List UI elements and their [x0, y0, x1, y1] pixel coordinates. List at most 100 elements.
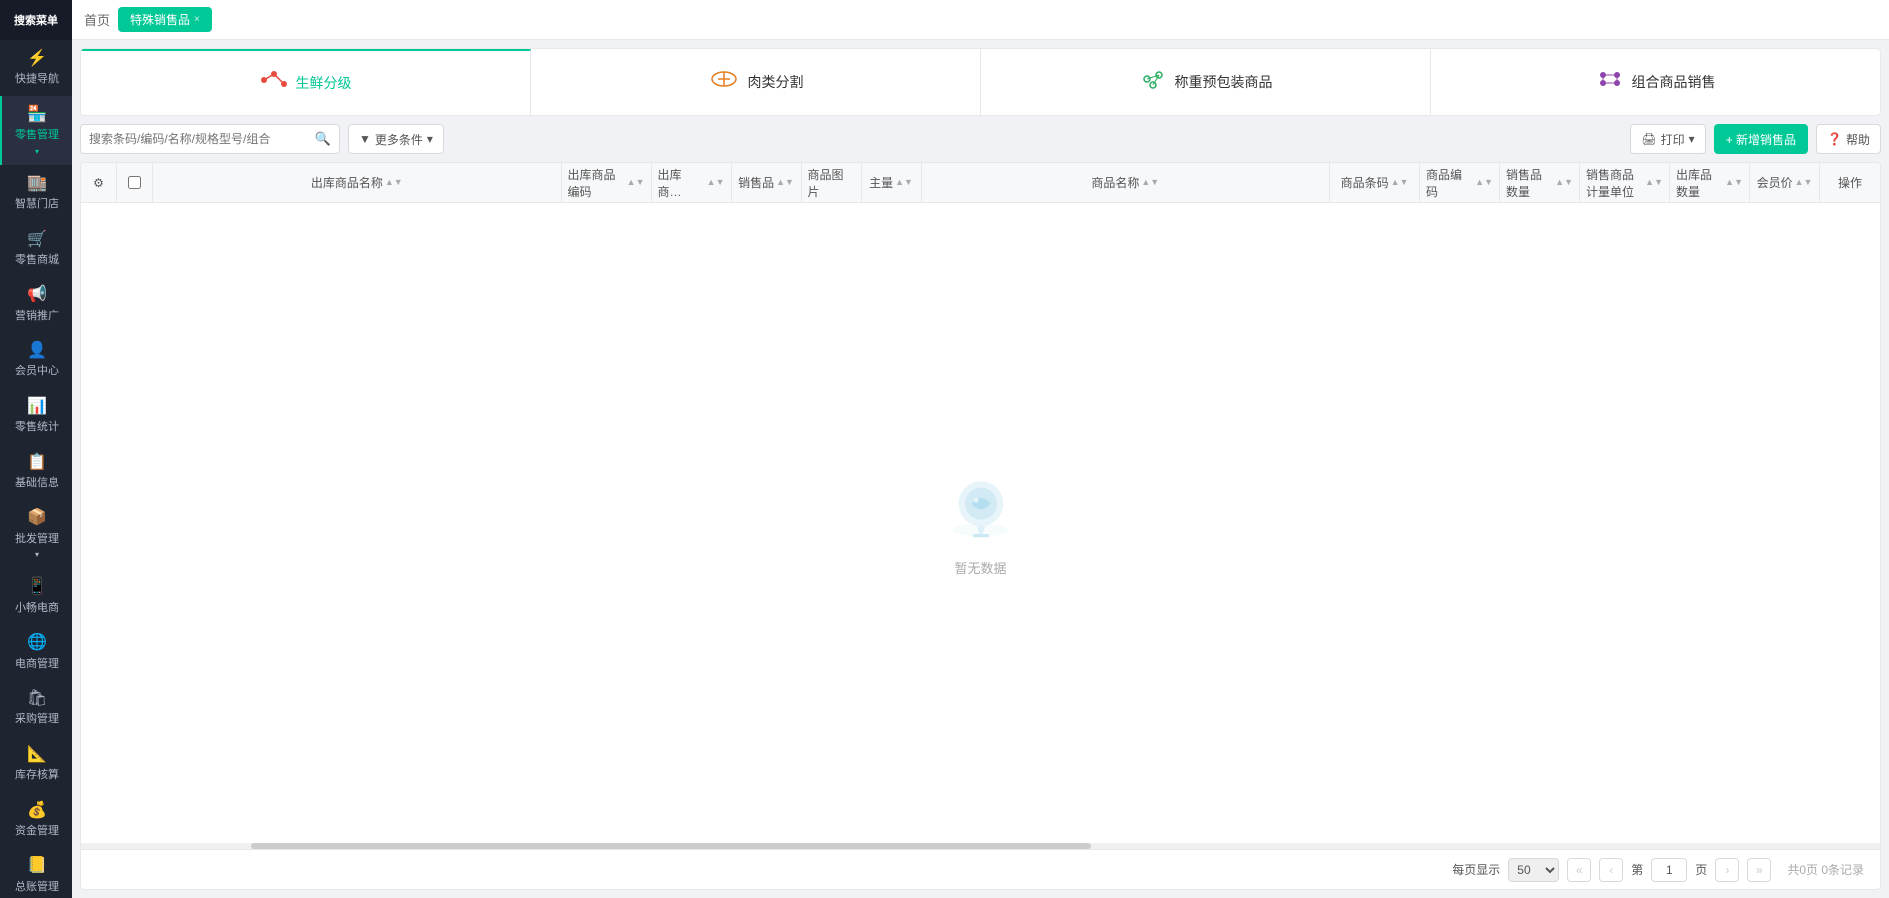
sidebar-item-purchase[interactable]: 🛍 采购管理	[0, 680, 72, 736]
sidebar-item-member[interactable]: 👤 会员中心	[0, 332, 72, 388]
th-weight: 主量 ▲▼	[862, 163, 922, 202]
sidebar-item-retail-mall[interactable]: 🛒 零售商城	[0, 221, 72, 277]
th-operation: 操作	[1820, 163, 1880, 202]
th-unit: 销售商品计量单位 ▲▼	[1580, 163, 1670, 202]
print-arrow-icon: ▾	[1689, 132, 1695, 146]
next-page-button[interactable]: ›	[1715, 858, 1739, 882]
fresh-grade-label: 生鲜分级	[296, 73, 352, 93]
empty-state-icon	[941, 470, 1021, 550]
sort-icon-gcode[interactable]: ▲▼	[1475, 178, 1493, 187]
sidebar-item-general-ledger[interactable]: 📒 总账管理	[0, 847, 72, 898]
filter-arrow-icon: ▾	[427, 132, 433, 146]
main-content: 首页 特殊销售品 × 生鲜分级	[72, 0, 1889, 898]
active-tab[interactable]: 特殊销售品 ×	[118, 7, 212, 32]
combo-sale-icon	[1596, 67, 1624, 98]
sort-icon-barcode[interactable]: ▲▼	[1391, 178, 1409, 187]
sort-icon-saleqty[interactable]: ▲▼	[1555, 178, 1573, 187]
select-all-checkbox[interactable]	[128, 176, 141, 189]
pagination: 每页显示 10 20 50 100 « ‹ 第 页 ›	[81, 849, 1880, 889]
sort-icon-unit[interactable]: ▲▼	[1645, 178, 1663, 187]
active-tab-label: 特殊销售品	[130, 11, 190, 28]
th-out-name: 出库商品名称 ▲▼	[153, 163, 562, 202]
page-size-select[interactable]: 10 20 50 100	[1508, 858, 1559, 882]
sidebar-item-inventory[interactable]: 📐 库存核算	[0, 736, 72, 792]
marketing-icon: 📢	[27, 284, 47, 306]
sidebar-logo: 搜索菜单	[0, 0, 72, 40]
cat-tab-weigh-pack[interactable]: 称重预包装商品	[981, 49, 1431, 115]
th-gear[interactable]: ⚙	[81, 163, 117, 202]
add-label: + 新增销售品	[1726, 131, 1796, 148]
sort-icon-weight[interactable]: ▲▼	[895, 178, 913, 187]
table-header: ⚙ 出库商品名称 ▲▼ 出库商品编码 ▲▼ 出库商… ▲▼	[81, 163, 1880, 203]
breadcrumb-home[interactable]: 首页	[84, 10, 110, 29]
th-out-code: 出库商品编码 ▲▼	[562, 163, 652, 202]
table-scroll-thumb[interactable]	[251, 843, 1091, 849]
cat-tab-meat-cut[interactable]: 肉类分割	[531, 49, 981, 115]
cat-tab-fresh-grade[interactable]: 生鲜分级	[81, 49, 531, 115]
sort-icon[interactable]: ▲▼	[385, 178, 403, 187]
sort-icon-gname[interactable]: ▲▼	[1141, 178, 1159, 187]
th-price: 会员价 ▲▼	[1750, 163, 1820, 202]
gear-settings-icon[interactable]: ⚙	[93, 176, 104, 190]
sidebar-item-quick-nav[interactable]: ⚡ 快捷导航	[0, 40, 72, 96]
th-barcode: 商品条码 ▲▼	[1330, 163, 1420, 202]
search-box[interactable]: 🔍	[80, 124, 340, 154]
sort-icon-spec[interactable]: ▲▼	[707, 178, 725, 187]
prev-page-button[interactable]: ‹	[1599, 858, 1623, 882]
meat-cut-label: 肉类分割	[748, 72, 804, 92]
combo-sale-label: 组合商品销售	[1632, 72, 1716, 92]
last-page-icon: »	[1756, 863, 1763, 877]
th-sale-item: 销售品 ▲▼	[732, 163, 802, 202]
meat-cut-icon	[708, 67, 740, 98]
sort-icon-sale[interactable]: ▲▼	[776, 178, 794, 187]
weigh-pack-label: 称重预包装商品	[1175, 72, 1273, 92]
mini-ecom-icon: 📱	[27, 576, 47, 598]
fresh-grade-icon	[260, 68, 288, 99]
retail-mall-icon: 🛒	[27, 229, 47, 251]
basic-info-icon: 📋	[27, 452, 47, 474]
sidebar-item-marketing[interactable]: 📢 营销推广	[0, 276, 72, 332]
first-page-icon: «	[1576, 863, 1583, 877]
weigh-pack-icon	[1139, 67, 1167, 98]
ecom-mgmt-icon: 🌐	[27, 632, 47, 654]
sidebar-item-smart-store[interactable]: 🏬 智慧门店	[0, 165, 72, 221]
toolbar-left: 🔍 ▼ 更多条件 ▾	[80, 124, 444, 154]
filter-icon: ▼	[359, 132, 371, 146]
smart-store-icon: 🏬	[27, 173, 47, 195]
filter-label: 更多条件	[375, 131, 423, 148]
sort-icon-code[interactable]: ▲▼	[627, 178, 645, 187]
table-scrollbar[interactable]	[81, 843, 1880, 849]
filter-button[interactable]: ▼ 更多条件 ▾	[348, 124, 444, 154]
sidebar-item-retail-stat[interactable]: 📊 零售统计	[0, 388, 72, 444]
last-page-button[interactable]: »	[1747, 858, 1771, 882]
data-table: ⚙ 出库商品名称 ▲▼ 出库商品编码 ▲▼ 出库商… ▲▼	[80, 162, 1881, 890]
sidebar-item-ecom-mgmt[interactable]: 🌐 电商管理	[0, 624, 72, 680]
sidebar-item-basic-info[interactable]: 📋 基础信息	[0, 444, 72, 500]
th-checkbox[interactable]	[117, 163, 153, 202]
empty-text: 暂无数据	[954, 558, 1006, 577]
add-sale-item-button[interactable]: + 新增销售品	[1714, 124, 1808, 154]
sort-icon-price[interactable]: ▲▼	[1795, 178, 1813, 187]
page-content: 生鲜分级 肉类分割	[72, 40, 1889, 898]
purchase-icon: 🛍	[27, 688, 47, 710]
wholesale-icon: 📦	[27, 507, 47, 529]
sidebar-item-mini-ecom[interactable]: 📱 小畅电商	[0, 568, 72, 624]
help-button[interactable]: ❓ 帮助	[1816, 124, 1881, 154]
tab-close-icon[interactable]: ×	[194, 14, 200, 25]
header-bar: 首页 特殊销售品 ×	[72, 0, 1889, 40]
cat-tab-combo-sale[interactable]: 组合商品销售	[1431, 49, 1880, 115]
retail-stat-icon: 📊	[27, 396, 47, 418]
sidebar-item-wholesale[interactable]: 📦 批发管理 ▾	[0, 499, 72, 568]
general-ledger-icon: 📒	[27, 855, 47, 877]
search-input[interactable]	[89, 132, 311, 146]
sidebar-item-retail-mgmt[interactable]: 🏪 零售管理 ▾	[0, 96, 72, 165]
sidebar-item-finance[interactable]: 💰 资金管理	[0, 792, 72, 848]
sort-icon-outqty[interactable]: ▲▼	[1725, 178, 1743, 187]
page-number-input[interactable]	[1651, 858, 1687, 882]
finance-icon: 💰	[27, 800, 47, 822]
first-page-button[interactable]: «	[1567, 858, 1591, 882]
search-icon[interactable]: 🔍	[315, 131, 331, 147]
retail-mgmt-arrow: ▾	[35, 146, 39, 157]
print-button[interactable]: 🖨 打印 ▾	[1630, 124, 1705, 154]
total-info: 共0页 0条记录	[1787, 861, 1864, 878]
